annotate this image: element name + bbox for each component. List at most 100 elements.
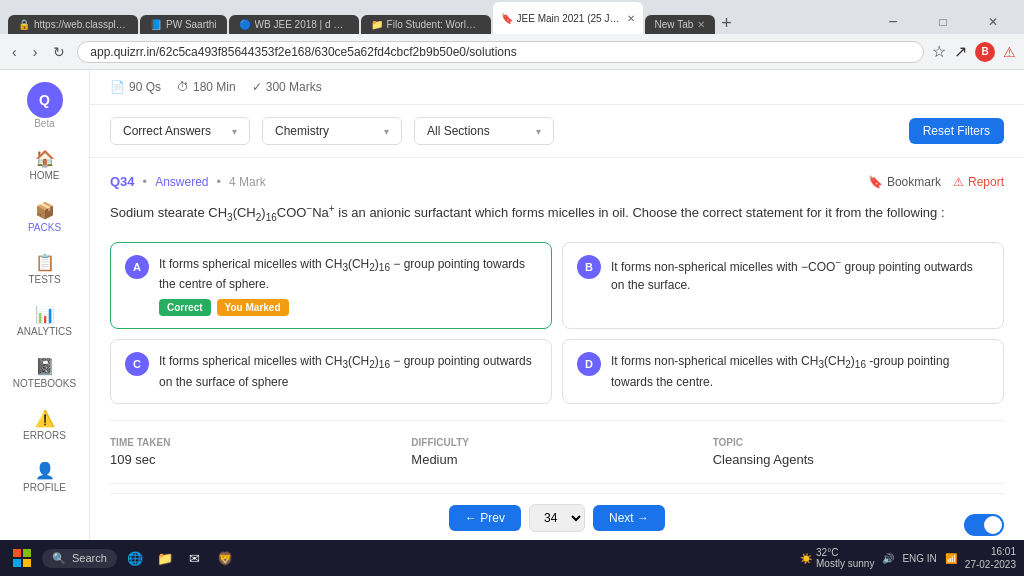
- report-icon: ⚠: [953, 175, 964, 189]
- sidebar-item-label: NOTEBOOKS: [13, 378, 76, 389]
- logo-icon: Q: [27, 82, 63, 118]
- sidebar: Q Beta 🏠 HOME 📦 PACKS 📋 TESTS 📊 ANALYTIC…: [0, 70, 90, 542]
- tab-jeemain-active[interactable]: 🔖 JEE Main 2021 (25 Jul Shift | ✕: [493, 2, 643, 34]
- correct-badge: Correct: [159, 299, 211, 316]
- tab-wbjee[interactable]: 🔵 WB JEE 2018 | d and f Block Ele: [229, 15, 359, 34]
- sidebar-item-profile[interactable]: 👤 PROFILE: [5, 453, 85, 501]
- share-icon[interactable]: ↗: [954, 42, 967, 61]
- reload-button[interactable]: ↻: [49, 42, 69, 62]
- alert-icon: ⚠: [1003, 44, 1016, 60]
- topic-value: Cleansing Agents: [713, 452, 1004, 467]
- clock-icon: ⏱: [177, 80, 189, 94]
- home-icon: 🏠: [35, 149, 55, 168]
- difficulty-label: DIFFICULTY: [411, 437, 702, 448]
- notebooks-icon: 📓: [35, 357, 55, 376]
- tab-newtab[interactable]: New Tab ✕: [645, 15, 716, 34]
- beta-label: Beta: [34, 118, 55, 129]
- topic-meta: TOPIC Cleansing Agents: [713, 437, 1004, 467]
- chevron-down-icon: ▾: [536, 126, 541, 137]
- forward-button[interactable]: ›: [29, 42, 42, 62]
- option-content-c: It forms spherical micelles with CH3(CH2…: [159, 352, 537, 390]
- sidebar-item-analytics[interactable]: 📊 ANALYTICS: [5, 297, 85, 345]
- tab-favicon: 📁: [371, 19, 383, 30]
- report-button[interactable]: ⚠ Report: [953, 175, 1004, 189]
- close-window-button[interactable]: ✕: [970, 14, 1016, 30]
- question-header: Q34 • Answered • 4 Mark 🔖 Bookmark ⚠ Rep…: [110, 174, 1004, 189]
- packs-icon: 📦: [35, 201, 55, 220]
- meta-row: TIME TAKEN 109 sec DIFFICULTY Medium TOP…: [110, 420, 1004, 483]
- all-sections-filter[interactable]: All Sections ▾: [414, 117, 554, 145]
- tab-favicon: 📘: [150, 19, 162, 30]
- you-marked-badge: You Marked: [217, 299, 289, 316]
- toggle-button[interactable]: [964, 514, 1004, 536]
- sidebar-item-packs[interactable]: 📦 PACKS: [5, 193, 85, 241]
- tab-favicon: 🔵: [239, 19, 251, 30]
- filter-bar: Correct Answers ▾ Chemistry ▾ All Sectio…: [90, 105, 1024, 158]
- question-number: Q34: [110, 174, 135, 189]
- sidebar-item-notebooks[interactable]: 📓 NOTEBOOKS: [5, 349, 85, 397]
- bookmark-button[interactable]: 🔖 Bookmark: [868, 175, 941, 189]
- taskbar: 🔍 Search 🌐 📁 ✉ 🦁 ☀️ 32°C Mostly sunny 🔊 …: [0, 540, 1024, 542]
- tab-classplusapp[interactable]: 🔒 https://web.classplusapp.com/h...: [8, 15, 138, 34]
- back-button[interactable]: ‹: [8, 42, 21, 62]
- tab-close-icon[interactable]: ✕: [627, 13, 635, 24]
- next-button[interactable]: Next →: [593, 505, 665, 531]
- profile-icon: 👤: [35, 461, 55, 480]
- answered-badge: Answered: [155, 175, 208, 189]
- time-taken-label: TIME TAKEN: [110, 437, 401, 448]
- analytics-icon: 📊: [35, 305, 55, 324]
- option-b[interactable]: B It forms non-spherical micelles with −…: [562, 242, 1004, 329]
- option-letter-a: A: [125, 255, 149, 279]
- option-letter-b: B: [577, 255, 601, 279]
- address-input[interactable]: app.quizrr.in/62c5ca493f85644353f2e168/6…: [77, 41, 924, 63]
- main-content: 📄 90 Qs ⏱ 180 Min ✓ 300 Marks Correct An…: [90, 70, 1024, 542]
- tests-icon: 📋: [35, 253, 55, 272]
- marks-info: ✓ 300 Marks: [252, 80, 322, 94]
- tab-close-newtab[interactable]: ✕: [697, 19, 705, 30]
- sidebar-item-label: HOME: [30, 170, 60, 181]
- mark-info: 4 Mark: [229, 175, 266, 189]
- sidebar-item-label: PACKS: [28, 222, 61, 233]
- logo: Q Beta: [27, 82, 63, 129]
- question-area: Q34 • Answered • 4 Mark 🔖 Bookmark ⚠ Rep…: [90, 158, 1024, 542]
- navigation-bar: ← Prev 34 Next →: [110, 493, 1004, 542]
- difficulty-meta: DIFFICULTY Medium: [411, 437, 702, 467]
- tab-favicon: 🔖: [501, 13, 513, 24]
- correct-answers-filter[interactable]: Correct Answers ▾: [110, 117, 250, 145]
- questions-icon: 📄: [110, 80, 125, 94]
- option-d[interactable]: D It forms non-spherical micelles with C…: [562, 339, 1004, 403]
- tab-pw-saarthi[interactable]: 📘 PW Saarthi: [140, 15, 227, 34]
- option-content-d: It forms non-spherical micelles with CH3…: [611, 352, 989, 390]
- new-tab-button[interactable]: +: [721, 13, 732, 34]
- option-letter-d: D: [577, 352, 601, 376]
- bookmark-icon: 🔖: [868, 175, 883, 189]
- info-bar: 📄 90 Qs ⏱ 180 Min ✓ 300 Marks: [90, 70, 1024, 105]
- options-grid: A It forms spherical micelles with CH3(C…: [110, 242, 1004, 404]
- sidebar-item-label: PROFILE: [23, 482, 66, 493]
- sidebar-item-errors[interactable]: ⚠️ ERRORS: [5, 401, 85, 449]
- reset-filters-button[interactable]: Reset Filters: [909, 118, 1004, 144]
- address-bar-row: ‹ › ↻ app.quizrr.in/62c5ca493f85644353f2…: [0, 34, 1024, 70]
- minimize-button[interactable]: −: [870, 14, 916, 30]
- question-text: Sodium stearate CH3(CH2)16COO−Na+ is an …: [110, 201, 1004, 226]
- sidebar-item-home[interactable]: 🏠 HOME: [5, 141, 85, 189]
- tab-filo[interactable]: 📁 Filo Student: World's Only Live: [361, 15, 491, 34]
- time-taken-value: 109 sec: [110, 452, 401, 467]
- chemistry-filter[interactable]: Chemistry ▾: [262, 117, 402, 145]
- badges: Correct You Marked: [159, 299, 537, 316]
- maximize-button[interactable]: □: [920, 14, 966, 30]
- difficulty-value: Medium: [411, 452, 702, 467]
- option-a[interactable]: A It forms spherical micelles with CH3(C…: [110, 242, 552, 329]
- chevron-down-icon: ▾: [232, 126, 237, 137]
- page-select[interactable]: 34: [529, 504, 585, 532]
- prev-button[interactable]: ← Prev: [449, 505, 521, 531]
- sidebar-item-label: ANALYTICS: [17, 326, 72, 337]
- sidebar-item-tests[interactable]: 📋 TESTS: [5, 245, 85, 293]
- toggle-knob: [984, 516, 1002, 534]
- option-c[interactable]: C It forms spherical micelles with CH3(C…: [110, 339, 552, 403]
- chevron-down-icon: ▾: [384, 126, 389, 137]
- option-letter-c: C: [125, 352, 149, 376]
- questions-count: 📄 90 Qs: [110, 80, 161, 94]
- bookmark-star-icon[interactable]: ☆: [932, 42, 946, 61]
- app-container: Q Beta 🏠 HOME 📦 PACKS 📋 TESTS 📊 ANALYTIC…: [0, 70, 1024, 542]
